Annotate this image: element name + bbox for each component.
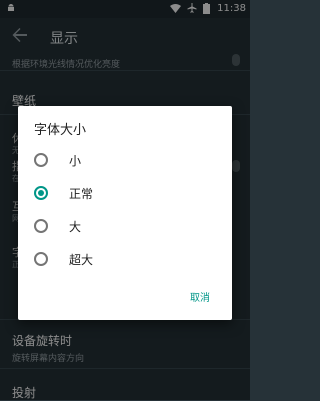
- font-size-dialog: 字体大小 小 正常 大 超大 取消: [18, 106, 232, 320]
- option-label: 小: [69, 153, 82, 168]
- option-label: 正常: [69, 186, 94, 201]
- option-normal[interactable]: 正常: [34, 180, 224, 206]
- option-label: 大: [69, 219, 82, 234]
- cancel-button[interactable]: 取消: [186, 287, 214, 306]
- option-large[interactable]: 大: [34, 213, 224, 239]
- dialog-title: 字体大小: [34, 123, 87, 138]
- radio-button[interactable]: [34, 252, 48, 266]
- radio-button-checked[interactable]: [34, 186, 48, 200]
- option-small[interactable]: 小: [34, 147, 224, 173]
- radio-button[interactable]: [34, 153, 48, 167]
- option-extra-large[interactable]: 超大: [34, 246, 224, 272]
- option-label: 超大: [69, 252, 94, 267]
- radio-button[interactable]: [34, 219, 48, 233]
